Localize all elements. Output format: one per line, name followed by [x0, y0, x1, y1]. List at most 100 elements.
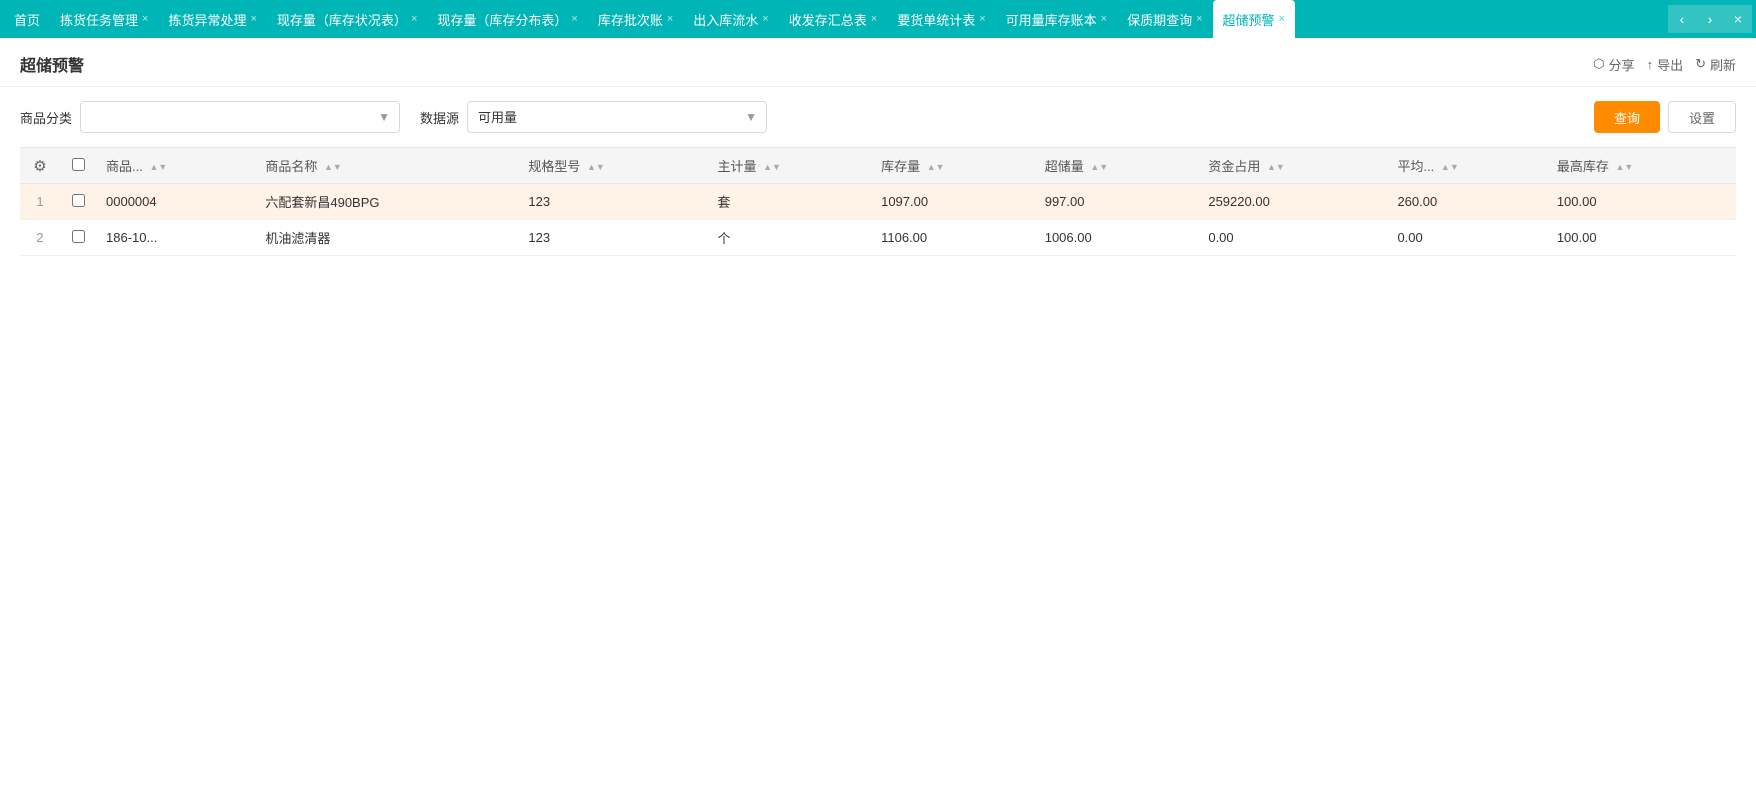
product-code: 186-10... — [96, 220, 255, 256]
export-icon: ↑ — [1647, 57, 1654, 72]
overstock-table: ⚙ 商品... ▲▼ 商品名称 ▲▼ 规格型号 ▲▼ — [20, 147, 1736, 256]
nav-summary[interactable]: 收发存汇总表 × — [779, 0, 887, 38]
close-icon[interactable]: × — [762, 13, 768, 25]
close-icon[interactable]: × — [250, 13, 256, 25]
nav-prev-arrow[interactable]: ‹ — [1668, 5, 1696, 33]
share-button[interactable]: ⬡ 分享 — [1593, 55, 1634, 74]
over-stock-qty: 1006.00 — [1035, 220, 1199, 256]
category-filter-label: 商品分类 — [20, 108, 72, 127]
table-row: 1 0000004 六配套新昌490BPG 123 套 1097.00 997.… — [20, 184, 1736, 220]
share-icon: ⬡ — [1593, 56, 1604, 72]
nav-scroll-arrows: ‹ › × — [1668, 5, 1752, 33]
close-icon[interactable]: × — [1196, 13, 1202, 25]
export-button[interactable]: ↑ 导出 — [1647, 55, 1684, 74]
col-spec[interactable]: 规格型号 ▲▼ — [518, 148, 707, 184]
sort-icon: ▲▼ — [763, 163, 781, 172]
category-select-wrap: ▼ — [80, 101, 400, 133]
col-over-stock[interactable]: 超储量 ▲▼ — [1035, 148, 1199, 184]
page-title: 超储预警 — [20, 52, 84, 76]
close-icon[interactable]: × — [979, 13, 985, 25]
product-spec: 123 — [518, 220, 707, 256]
col-avg[interactable]: 平均... ▲▼ — [1387, 148, 1546, 184]
nav-stock-status[interactable]: 现存量（库存状况表） × — [267, 0, 427, 38]
refresh-icon: ↻ — [1695, 56, 1706, 72]
col-product-code[interactable]: 商品... ▲▼ — [96, 148, 255, 184]
filter-area: 商品分类 ▼ 数据源 可用量 ▼ 查询 设置 — [0, 87, 1756, 147]
page-content: 超储预警 ⬡ 分享 ↑ 导出 ↻ 刷新 商品分类 ▼ — [0, 38, 1756, 800]
close-icon[interactable]: × — [142, 13, 148, 25]
product-unit: 套 — [707, 184, 871, 220]
close-icon[interactable]: × — [1101, 13, 1107, 25]
datasource-filter-label: 数据源 — [420, 108, 459, 127]
col-max-stock[interactable]: 最高库存 ▲▼ — [1547, 148, 1736, 184]
row-number: 1 — [20, 184, 60, 220]
gear-header[interactable]: ⚙ — [20, 148, 60, 184]
col-capital[interactable]: 资金占用 ▲▼ — [1198, 148, 1387, 184]
avg-price: 0.00 — [1387, 220, 1546, 256]
close-icon[interactable]: × — [871, 13, 877, 25]
nav-order-stat[interactable]: 要货单统计表 × — [887, 0, 995, 38]
sort-icon: ▲▼ — [1090, 163, 1108, 172]
col-stock[interactable]: 库存量 ▲▼ — [871, 148, 1035, 184]
close-icon[interactable]: × — [571, 13, 577, 25]
select-all-checkbox[interactable] — [72, 158, 85, 171]
nav-overstock-warning[interactable]: 超储预警 × — [1213, 0, 1295, 38]
sort-icon: ▲▼ — [927, 163, 945, 172]
stock-qty: 1097.00 — [871, 184, 1035, 220]
capital-amount: 0.00 — [1198, 220, 1387, 256]
row-checkbox-cell[interactable] — [60, 184, 96, 220]
close-icon[interactable]: × — [411, 13, 417, 25]
close-icon[interactable]: × — [667, 13, 673, 25]
product-spec: 123 — [518, 184, 707, 220]
col-product-name[interactable]: 商品名称 ▲▼ — [255, 148, 518, 184]
gear-icon[interactable]: ⚙ — [33, 158, 46, 175]
stock-qty: 1106.00 — [871, 220, 1035, 256]
capital-amount: 259220.00 — [1198, 184, 1387, 220]
sort-icon: ▲▼ — [1615, 163, 1633, 172]
avg-price: 260.00 — [1387, 184, 1546, 220]
product-name: 六配套新昌490BPG — [255, 184, 518, 220]
max-stock: 100.00 — [1547, 184, 1736, 220]
sort-icon: ▲▼ — [1267, 163, 1285, 172]
nav-pick-task[interactable]: 拣货任务管理 × — [50, 0, 158, 38]
sort-icon: ▲▼ — [149, 163, 167, 172]
nav-home[interactable]: 首页 — [4, 0, 50, 38]
table-row: 2 186-10... 机油滤清器 123 个 1106.00 1006.00 … — [20, 220, 1736, 256]
row-checkbox[interactable] — [72, 194, 85, 207]
product-unit: 个 — [707, 220, 871, 256]
refresh-button[interactable]: ↻ 刷新 — [1695, 55, 1736, 74]
sort-icon: ▲▼ — [587, 163, 605, 172]
product-code: 0000004 — [96, 184, 255, 220]
sort-icon: ▲▼ — [1441, 163, 1459, 172]
nav-pick-exception[interactable]: 拣货异常处理 × — [158, 0, 266, 38]
datasource-filter-group: 数据源 可用量 ▼ — [420, 101, 767, 133]
settings-button[interactable]: 设置 — [1668, 101, 1736, 133]
datasource-select-wrap: 可用量 ▼ — [467, 101, 767, 133]
col-unit[interactable]: 主计量 ▲▼ — [707, 148, 871, 184]
product-name: 机油滤清器 — [255, 220, 518, 256]
header-actions: ⬡ 分享 ↑ 导出 ↻ 刷新 — [1593, 55, 1736, 74]
over-stock-qty: 997.00 — [1035, 184, 1199, 220]
close-icon[interactable]: × — [1279, 13, 1285, 25]
nav-available-stock[interactable]: 可用量库存账本 × — [996, 0, 1117, 38]
filter-right-section: 查询 设置 — [1594, 101, 1736, 133]
category-select[interactable] — [80, 101, 400, 133]
nav-inout-flow[interactable]: 出入库流水 × — [683, 0, 778, 38]
sort-icon: ▲▼ — [324, 163, 342, 172]
nav-close-arrow[interactable]: × — [1724, 5, 1752, 33]
row-number: 2 — [20, 220, 60, 256]
nav-stock-dist[interactable]: 现存量（库存分布表） × — [427, 0, 587, 38]
table-body: 1 0000004 六配套新昌490BPG 123 套 1097.00 997.… — [20, 184, 1736, 256]
nav-next-arrow[interactable]: › — [1696, 5, 1724, 33]
page-header: 超储预警 ⬡ 分享 ↑ 导出 ↻ 刷新 — [0, 38, 1756, 87]
row-checkbox-cell[interactable] — [60, 220, 96, 256]
query-button[interactable]: 查询 — [1594, 101, 1660, 133]
checkbox-header[interactable] — [60, 148, 96, 184]
max-stock: 100.00 — [1547, 220, 1736, 256]
datasource-select[interactable]: 可用量 — [467, 101, 767, 133]
row-checkbox[interactable] — [72, 230, 85, 243]
category-filter-group: 商品分类 ▼ — [20, 101, 400, 133]
nav-stock-batch[interactable]: 库存批次账 × — [588, 0, 683, 38]
top-navigation: 首页 拣货任务管理 × 拣货异常处理 × 现存量（库存状况表） × 现存量（库存… — [0, 0, 1756, 38]
nav-quality-check[interactable]: 保质期查询 × — [1117, 0, 1212, 38]
